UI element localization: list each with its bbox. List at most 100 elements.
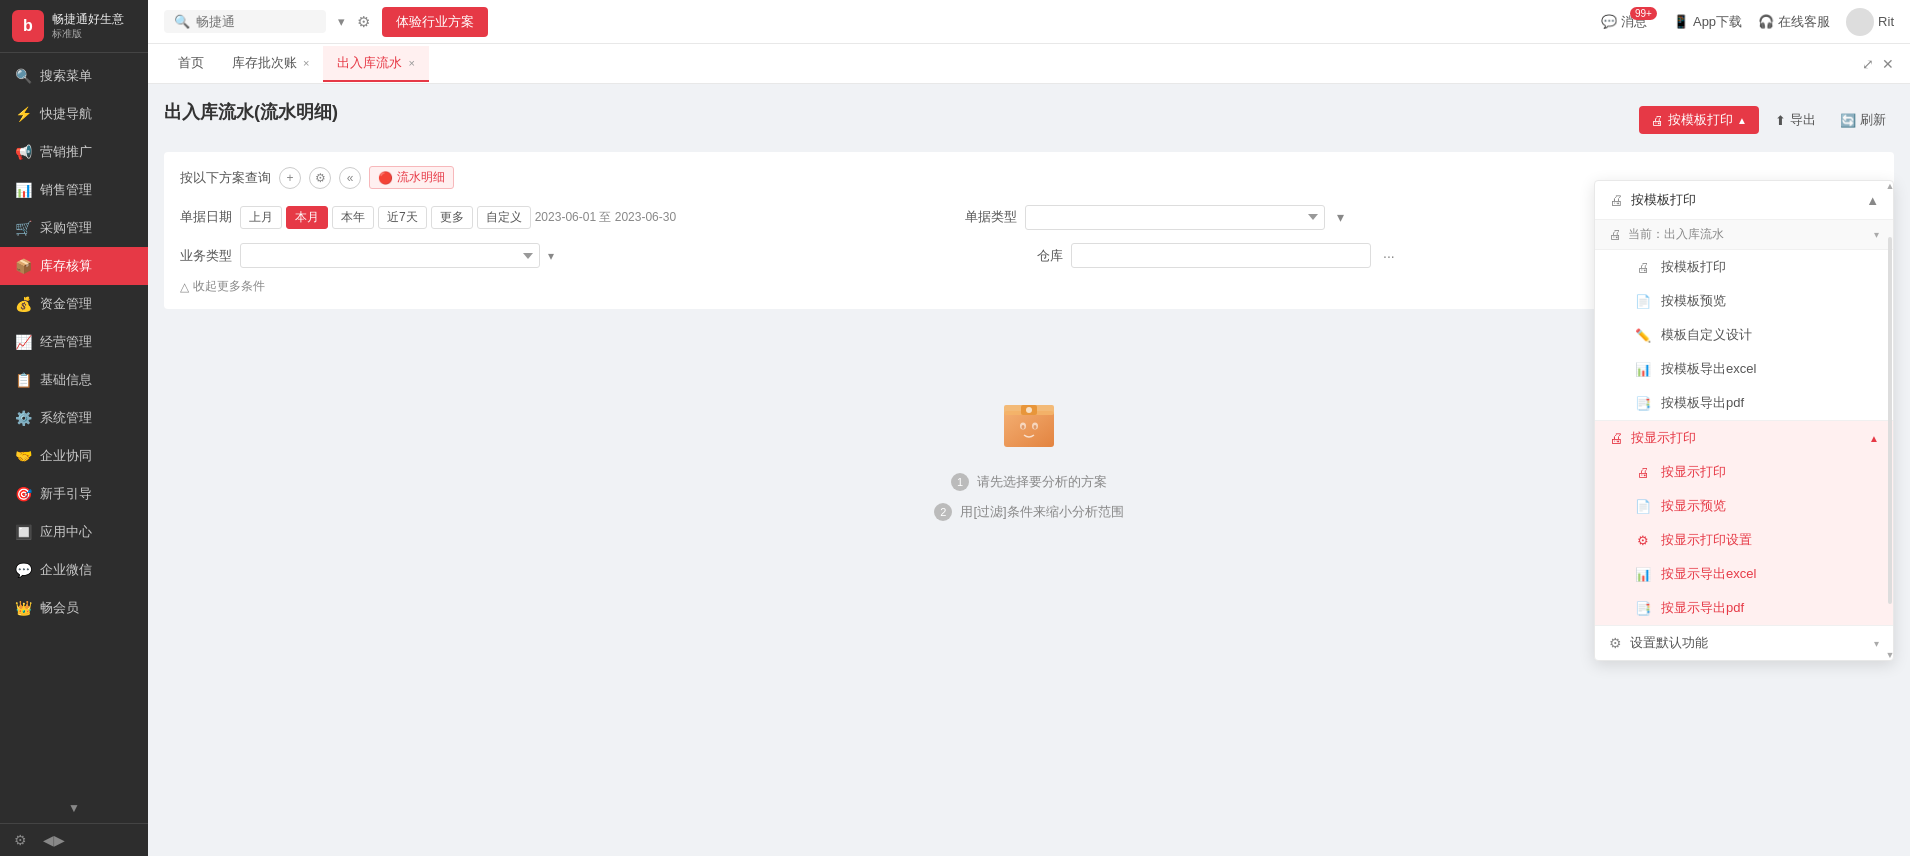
sidebar-item-label: 快捷导航 — [40, 105, 92, 123]
filter-tag-area: 🔴 流水明细 — [369, 166, 454, 189]
menu-item-template-print[interactable]: 🖨 按模板打印 — [1595, 250, 1893, 284]
warehouse-dots[interactable]: ··· — [1383, 248, 1395, 264]
printer-icon-1: 🖨 — [1635, 259, 1651, 275]
tab-flow[interactable]: 出入库流水 × — [323, 46, 428, 82]
sidebar-scroll-down[interactable]: ▼ — [64, 797, 84, 819]
warehouse-label: 仓库 — [1037, 247, 1063, 265]
date-btn-custom[interactable]: 自定义 — [477, 206, 531, 229]
tab-flow-close[interactable]: × — [408, 57, 414, 69]
sidebar-item-app-center[interactable]: 🔲 应用中心 — [0, 513, 148, 551]
main-area: 🔍 ▾ ⚙ 体验行业方案 💬 消息 99+ 📱 App下载 🎧 在线客服 Rit — [148, 0, 1910, 856]
sidebar-item-system[interactable]: ⚙️ 系统管理 — [0, 399, 148, 437]
app-download-label: App下载 — [1693, 13, 1742, 31]
sidebar-item-purchase[interactable]: 🛒 采购管理 — [0, 209, 148, 247]
sidebar-item-operation[interactable]: 📈 经营管理 — [0, 323, 148, 361]
topbar: 🔍 ▾ ⚙ 体验行业方案 💬 消息 99+ 📱 App下载 🎧 在线客服 Rit — [148, 0, 1910, 44]
close-window-button[interactable]: ✕ — [1882, 56, 1894, 72]
sidebar-item-guide[interactable]: 🎯 新手引导 — [0, 475, 148, 513]
avatar — [1846, 8, 1874, 36]
sidebar-collapse-button[interactable]: ◀▶ — [43, 832, 65, 848]
filter-collapse-button[interactable]: « — [339, 167, 361, 189]
svg-rect-0 — [1004, 411, 1054, 447]
menu-item-display-pdf[interactable]: 📑 按显示导出pdf — [1595, 591, 1893, 625]
menu-item-template-pdf[interactable]: 📑 按模板导出pdf — [1595, 386, 1893, 420]
logo-icon: b — [12, 10, 44, 42]
date-btn-this-month[interactable]: 本月 — [286, 206, 328, 229]
menu-item-display-print[interactable]: 🖨 按显示打印 — [1595, 455, 1893, 489]
sidebar-item-sales[interactable]: 📊 销售管理 — [0, 171, 148, 209]
tab-batch-account[interactable]: 库存批次账 × — [218, 46, 323, 82]
box-icon: 📦 — [14, 257, 32, 275]
tab-batch-close[interactable]: × — [303, 57, 309, 69]
sidebar-item-marketing[interactable]: 📢 营销推广 — [0, 133, 148, 171]
scroll-down-btn[interactable]: ▼ — [1886, 650, 1895, 660]
tab-home[interactable]: 首页 — [164, 46, 218, 82]
sidebar-item-search[interactable]: 🔍 搜索菜单 — [0, 57, 148, 95]
search-input[interactable] — [196, 14, 316, 29]
filter-date-field: 单据日期 上月 本月 本年 近7天 更多 自定义 2023-06-01 至 20… — [180, 206, 949, 229]
topbar-gear-icon[interactable]: ⚙ — [357, 13, 370, 31]
filter-settings-button[interactable]: ⚙ — [309, 167, 331, 189]
tabs-bar: 首页 库存批次账 × 出入库流水 × ⤢ ✕ — [148, 44, 1910, 84]
topbar-dropdown-icon[interactable]: ▾ — [338, 14, 345, 29]
template-print-button[interactable]: 🖨 按模板打印 ▲ — [1639, 106, 1759, 134]
date-range-display: 2023-06-01 至 2023-06-30 — [535, 209, 676, 226]
menu-item-display-settings[interactable]: ⚙ 按显示打印设置 — [1595, 523, 1893, 557]
filter-tag-item[interactable]: 🔴 流水明细 — [369, 166, 454, 189]
menu-item-display-excel[interactable]: 📊 按显示导出excel — [1595, 557, 1893, 591]
dropdown-up-arrow[interactable]: ▲ — [1866, 193, 1879, 208]
preview-icon-2: 📄 — [1635, 498, 1651, 514]
user-avatar-area[interactable]: Rit — [1846, 8, 1894, 36]
sidebar-item-corp[interactable]: 🤝 企业协同 — [0, 437, 148, 475]
message-icon: 💬 — [1601, 14, 1617, 29]
date-btn-7days[interactable]: 近7天 — [378, 206, 427, 229]
sidebar-item-basic[interactable]: 📋 基础信息 — [0, 361, 148, 399]
topbar-search-box[interactable]: 🔍 — [164, 10, 326, 33]
sidebar-item-vip[interactable]: 👑 畅会员 — [0, 589, 148, 627]
date-btn-more[interactable]: 更多 — [431, 206, 473, 229]
topbar-right: 💬 消息 99+ 📱 App下载 🎧 在线客服 Rit — [1601, 8, 1894, 36]
money-icon: 💰 — [14, 295, 32, 313]
industry-btn[interactable]: 体验行业方案 — [382, 7, 488, 37]
tab-batch-label: 库存批次账 — [232, 54, 297, 72]
refresh-button[interactable]: 🔄 刷新 — [1832, 107, 1894, 133]
biz-type-select[interactable] — [240, 243, 540, 268]
scroll-up-btn[interactable]: ▲ — [1886, 181, 1895, 191]
set-default-section-header[interactable]: ⚙ 设置默认功能 ▾ — [1595, 626, 1893, 660]
warehouse-input[interactable] — [1071, 243, 1371, 268]
sidebar-settings-button[interactable]: ⚙ — [14, 832, 27, 848]
app-logo: b 畅捷通好生意 标准版 — [0, 0, 148, 53]
app-download-btn[interactable]: 📱 App下载 — [1673, 13, 1742, 31]
menu-item-template-excel[interactable]: 📊 按模板导出excel — [1595, 352, 1893, 386]
export-button[interactable]: ⬆ 导出 — [1767, 107, 1824, 133]
message-btn[interactable]: 💬 消息 99+ — [1601, 13, 1647, 31]
printer-icon: 🖨 — [1651, 113, 1664, 128]
printer-icon-section2: 🖨 — [1609, 430, 1623, 446]
menu-item-template-custom[interactable]: ✏️ 模板自定义设计 — [1595, 318, 1893, 352]
dropdown-current: 🖨 当前：出入库流水 ▾ — [1595, 220, 1893, 250]
sidebar-item-label: 应用中心 — [40, 523, 92, 541]
search-icon: 🔍 — [14, 67, 32, 85]
wechat-icon: 💬 — [14, 561, 32, 579]
type-select[interactable] — [1025, 205, 1325, 230]
online-service-btn[interactable]: 🎧 在线客服 — [1758, 13, 1830, 31]
menu-item-display-preview[interactable]: 📄 按显示预览 — [1595, 489, 1893, 523]
online-service-label: 在线客服 — [1778, 13, 1830, 31]
section2-up-arrow: ▲ — [1869, 433, 1879, 444]
tab-home-label: 首页 — [178, 54, 204, 72]
date-btn-this-year[interactable]: 本年 — [332, 206, 374, 229]
tab-flow-label: 出入库流水 — [337, 54, 402, 72]
sidebar-item-quick-nav[interactable]: ⚡ 快捷导航 — [0, 95, 148, 133]
chart-icon: 📊 — [14, 181, 32, 199]
dropdown-header: 🖨 按模板打印 ▲ — [1595, 181, 1893, 220]
sidebar-item-finance[interactable]: 💰 资金管理 — [0, 285, 148, 323]
date-btn-last-month[interactable]: 上月 — [240, 206, 282, 229]
sidebar-item-label: 经营管理 — [40, 333, 92, 351]
sidebar-item-wechat[interactable]: 💬 企业微信 — [0, 551, 148, 589]
menu-item-template-preview[interactable]: 📄 按模板预览 — [1595, 284, 1893, 318]
display-print-section-header[interactable]: 🖨 按显示打印 ▲ — [1595, 420, 1893, 455]
current-label: 当前：出入库流水 — [1628, 226, 1724, 243]
filter-add-button[interactable]: + — [279, 167, 301, 189]
sidebar-item-inventory[interactable]: 📦 库存核算 — [0, 247, 148, 285]
maximize-button[interactable]: ⤢ — [1862, 56, 1874, 72]
